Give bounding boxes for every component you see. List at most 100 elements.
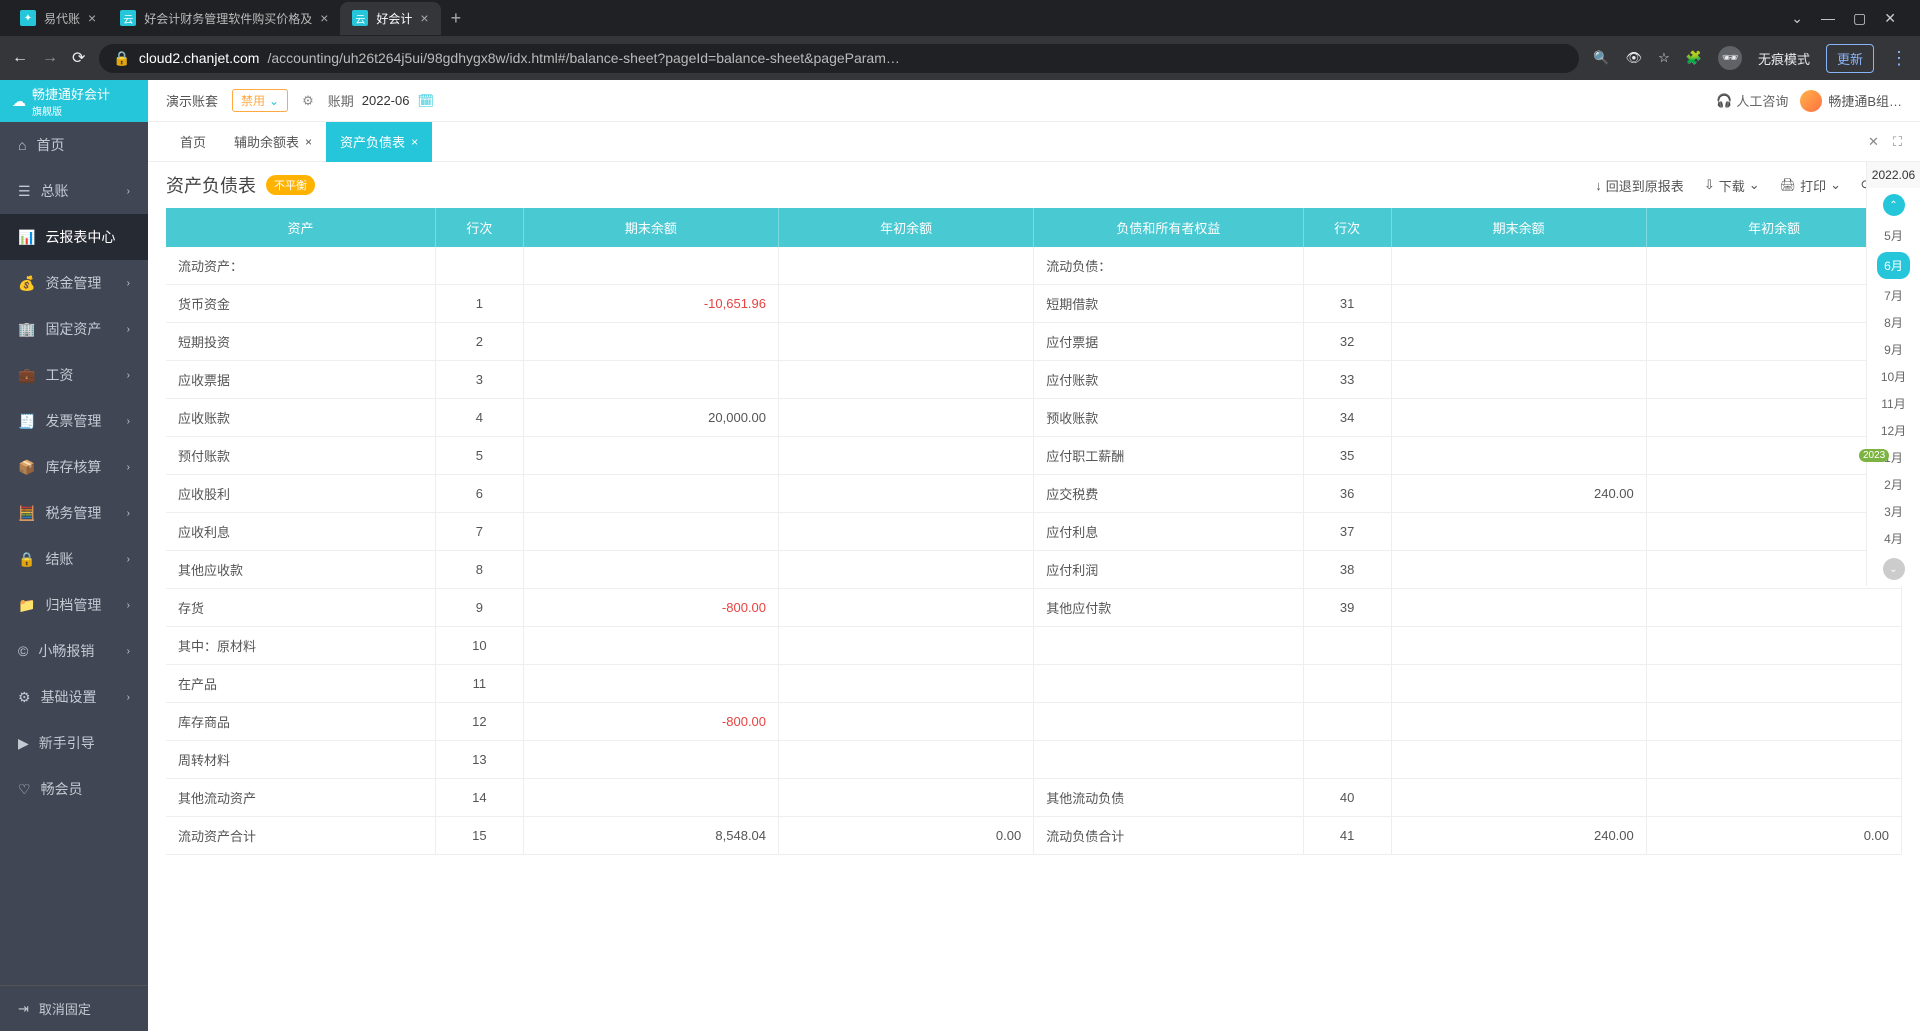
eye-off-icon[interactable]: 👁 xyxy=(1626,50,1643,66)
sidebar-footer: ⇥ 取消固定 xyxy=(0,985,148,1031)
close-icon[interactable]: × xyxy=(305,135,312,149)
ledger-icon: ☰ xyxy=(18,183,31,200)
close-icon[interactable]: × xyxy=(411,135,418,149)
tab-title: 易代账 xyxy=(44,10,80,27)
cell xyxy=(1646,551,1901,589)
close-icon[interactable]: × xyxy=(420,10,428,26)
more-icon[interactable]: ⋮ xyxy=(1890,48,1908,69)
zoom-icon[interactable]: 🔍 xyxy=(1593,50,1609,66)
month-item[interactable]: 4月 xyxy=(1867,525,1920,552)
user-menu[interactable]: 畅捷通B组… xyxy=(1800,90,1902,112)
balance-sheet-table: 资产行次期末余额年初余额负债和所有者权益行次期末余额年初余额 流动资产：流动负债… xyxy=(166,208,1902,855)
sidebar-item-archive[interactable]: 📁 归档管理 › xyxy=(0,582,148,628)
sidebar-item-invoice[interactable]: 🧾 发票管理 › xyxy=(0,398,148,444)
close-all-icon[interactable]: ✕ xyxy=(1868,134,1879,150)
column-header: 期末余额 xyxy=(523,208,778,247)
url-path: /accounting/uh26t264j5ui/98gdhygx8w/idx.… xyxy=(267,50,899,66)
scroll-up-button[interactable]: ⌃ xyxy=(1883,194,1905,216)
cell: 周转材料 xyxy=(166,741,435,779)
account-set-label[interactable]: 演示账套 xyxy=(166,91,218,110)
browser-tab-1[interactable]: ✦ 易代账 × xyxy=(8,2,108,35)
collapse-icon: ⇥ xyxy=(18,1001,29,1017)
browser-tab-3[interactable]: 云 好会计 × xyxy=(340,2,440,35)
tax-icon: 🧮 xyxy=(18,505,35,522)
close-icon[interactable]: × xyxy=(320,10,328,26)
cell xyxy=(1646,285,1901,323)
disable-button[interactable]: 禁用 ⌄ xyxy=(232,89,288,112)
back-icon[interactable]: ← xyxy=(12,49,28,67)
url-bar[interactable]: 🔒 cloud2.chanjet.com/accounting/uh26t264… xyxy=(99,44,1579,73)
month-item[interactable]: 8月 xyxy=(1867,309,1920,336)
sidebar-item-home[interactable]: ⌂ 首页 xyxy=(0,122,148,168)
fullscreen-icon[interactable]: ⛶ xyxy=(1893,134,1902,150)
print-button[interactable]: 🖨打印⌄ xyxy=(1780,176,1841,195)
update-button[interactable]: 更新 xyxy=(1826,44,1874,73)
month-item[interactable]: 11月 xyxy=(1867,390,1920,417)
chevron-right-icon: › xyxy=(127,554,130,565)
reload-icon[interactable]: ⟳ xyxy=(72,48,85,68)
sidebar-item-inventory[interactable]: 📦 库存核算 › xyxy=(0,444,148,490)
sidebar-item-report[interactable]: 📊 云报表中心 xyxy=(0,214,148,260)
month-item[interactable]: 2月 xyxy=(1867,471,1920,498)
cell: 37 xyxy=(1303,513,1391,551)
sidebar-item-vip[interactable]: ♡ 畅会员 xyxy=(0,766,148,812)
scroll-down-button[interactable]: ⌄ xyxy=(1883,558,1905,580)
month-item[interactable]: 12月 xyxy=(1867,417,1920,444)
month-item[interactable]: 1月2023 xyxy=(1867,444,1920,471)
brand-label: 畅捷通好会计 xyxy=(32,84,110,103)
sidebar-item-tax[interactable]: 🧮 税务管理 › xyxy=(0,490,148,536)
period-label: 账期 xyxy=(328,91,354,110)
sidebar-item-asset[interactable]: 🏢 固定资产 › xyxy=(0,306,148,352)
browser-tab-2[interactable]: 云 好会计财务管理软件购买价格及 × xyxy=(108,2,340,35)
close-icon[interactable]: ✕ xyxy=(1884,10,1896,27)
new-tab-button[interactable]: + xyxy=(441,4,472,33)
close-icon[interactable]: × xyxy=(88,10,96,26)
chevron-right-icon: › xyxy=(127,462,130,473)
cell xyxy=(1391,665,1646,703)
sidebar-item-guide[interactable]: ▶ 新手引导 xyxy=(0,720,148,766)
sidebar-item-close[interactable]: 🔒 结账 › xyxy=(0,536,148,582)
month-item[interactable]: 10月 xyxy=(1867,363,1920,390)
sidebar-item-ledger[interactable]: ☰ 总账 › xyxy=(0,168,148,214)
rollback-button[interactable]: ↓回退到原报表 xyxy=(1595,176,1684,195)
month-item[interactable]: 9月 xyxy=(1867,336,1920,363)
column-header: 行次 xyxy=(1303,208,1391,247)
customer-service-button[interactable]: 🎧 人工咨询 xyxy=(1716,91,1788,110)
unpin-button[interactable]: ⇥ 取消固定 xyxy=(0,986,148,1031)
gear-icon[interactable]: ⚙ xyxy=(302,93,314,109)
minimize-icon[interactable]: — xyxy=(1821,10,1835,27)
table-row: 流动资产合计158,548.040.00流动负债合计41240.000.00 xyxy=(166,817,1902,855)
cell: 13 xyxy=(435,741,523,779)
table-row: 应收利息7应付利息37 xyxy=(166,513,1902,551)
month-item[interactable]: 6月 xyxy=(1877,252,1910,279)
month-item[interactable]: 5月 xyxy=(1867,222,1920,249)
column-header: 负债和所有者权益 xyxy=(1034,208,1303,247)
window-controls: ⌄ — ▢ ✕ xyxy=(1791,10,1912,27)
month-item[interactable]: 7月 xyxy=(1867,282,1920,309)
month-item[interactable]: 3月 xyxy=(1867,498,1920,525)
page-tab[interactable]: 资产负债表× xyxy=(326,122,432,162)
forward-icon[interactable]: → xyxy=(42,49,58,67)
sidebar-item-salary[interactable]: 💼 工资 › xyxy=(0,352,148,398)
cell xyxy=(779,627,1034,665)
tab-favicon-icon: 云 xyxy=(120,10,136,26)
sidebar-item-label: 发票管理 xyxy=(45,411,101,431)
table-row: 在产品11 xyxy=(166,665,1902,703)
page-tab[interactable]: 辅助余额表× xyxy=(220,122,326,162)
sidebar-item-setting[interactable]: ⚙ 基础设置 › xyxy=(0,674,148,720)
sidebar-item-market[interactable]: © 小畅报销 › xyxy=(0,628,148,674)
star-icon[interactable]: ☆ xyxy=(1658,50,1670,66)
table-row: 预付账款5应付职工薪酬35 xyxy=(166,437,1902,475)
sidebar-item-fund[interactable]: 💰 资金管理 › xyxy=(0,260,148,306)
calendar-icon[interactable]: 🗓 xyxy=(417,93,434,109)
sidebar-item-label: 归档管理 xyxy=(45,595,101,615)
download-button[interactable]: ⇩下载⌄ xyxy=(1704,176,1760,195)
maximize-icon[interactable]: ▢ xyxy=(1853,10,1866,27)
cell: 其中：原材料 xyxy=(166,627,435,665)
puzzle-icon[interactable]: 🧩 xyxy=(1686,50,1702,66)
sidebar-item-label: 新手引导 xyxy=(39,733,95,753)
period-value[interactable]: 2022-06 xyxy=(362,93,410,108)
table-row: 库存商品12-800.00 xyxy=(166,703,1902,741)
page-tab[interactable]: 首页 xyxy=(166,122,220,162)
chevron-down-icon[interactable]: ⌄ xyxy=(1791,10,1803,27)
